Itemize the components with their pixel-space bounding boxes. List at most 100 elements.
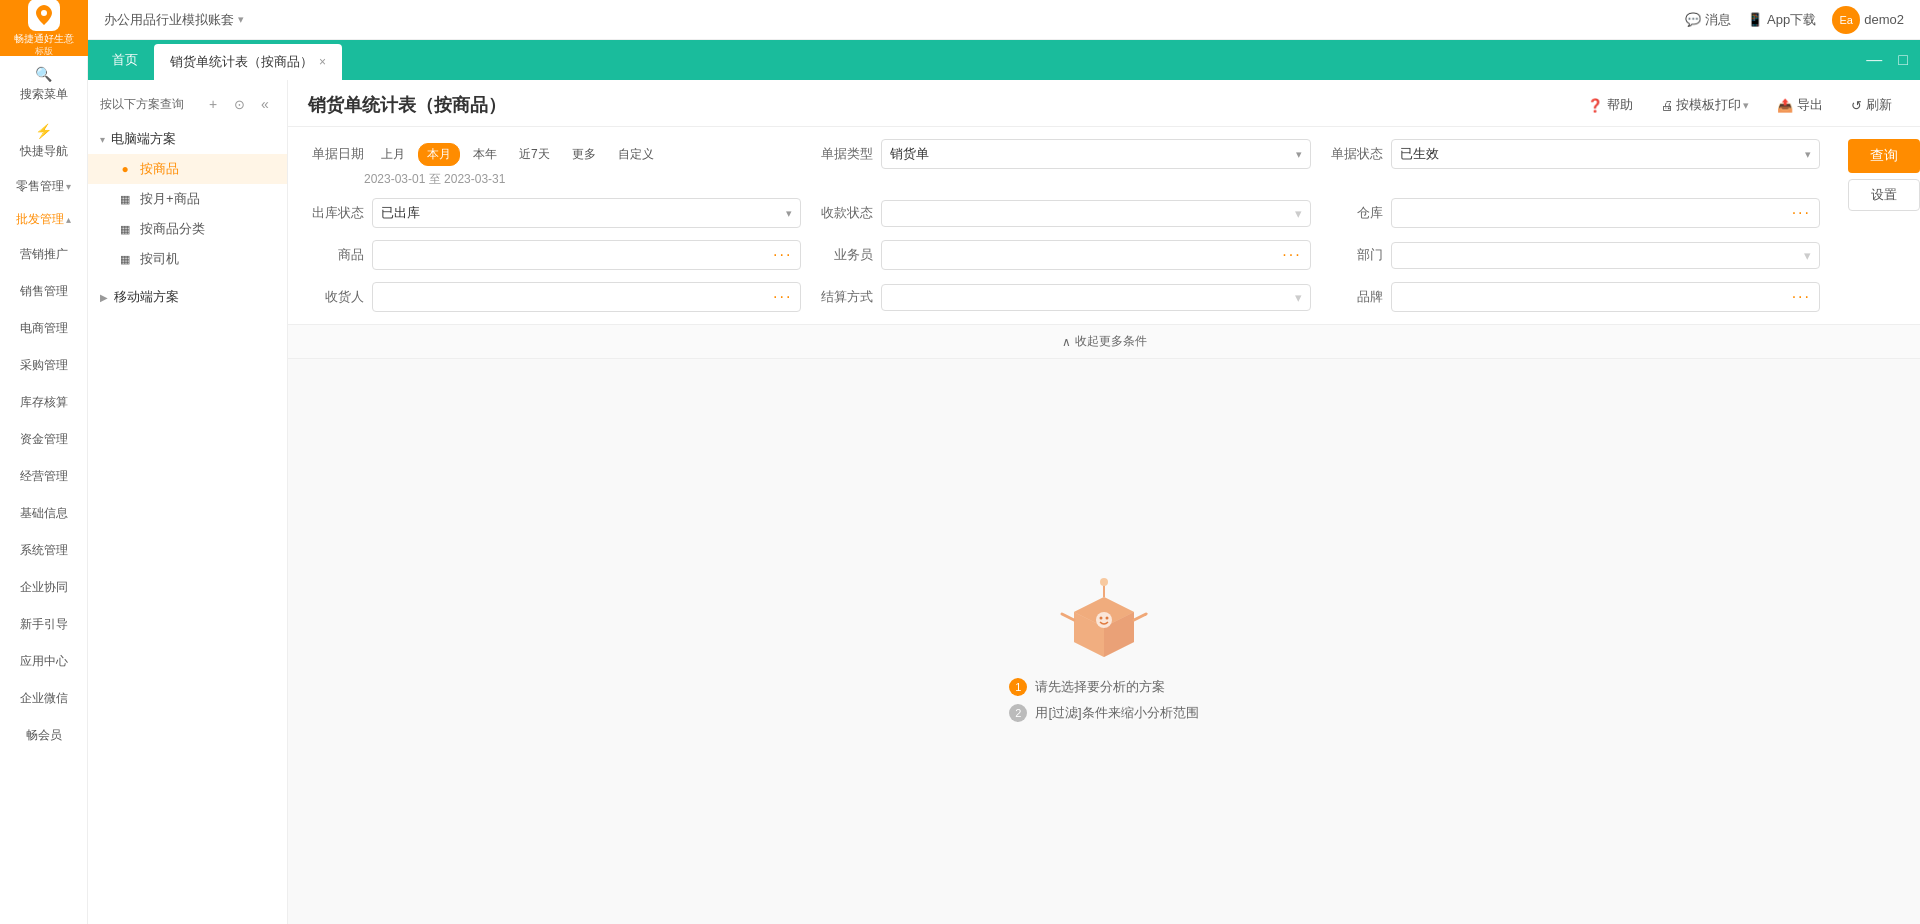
sidebar-item-basic[interactable]: 基础信息	[0, 495, 88, 532]
filter-outstatus-col: 出库状态 已出库 ▾	[308, 198, 801, 228]
filter-recvstatus-col: 收款状态 ▾	[817, 200, 1310, 227]
sidebar-item-wholesale[interactable]: 批发管理 ▴	[0, 203, 88, 236]
settlement-label: 结算方式	[817, 288, 873, 306]
recvstatus-input[interactable]: ▾	[881, 200, 1310, 227]
help-btn[interactable]: ❓ 帮助	[1579, 92, 1641, 118]
tab-bar: 首页 销货单统计表（按商品） × — □	[88, 40, 1920, 80]
tab-home[interactable]: 首页	[96, 40, 154, 80]
settings-button[interactable]: 设置	[1848, 179, 1920, 211]
date-prev-btn[interactable]: 上月	[372, 143, 414, 166]
settlement-input[interactable]: ▾	[881, 284, 1310, 311]
doctype-arrow: ▾	[1296, 148, 1302, 161]
sidebar-item-finance[interactable]: 资金管理	[0, 421, 88, 458]
scheme-group-pc: ▾ 电脑端方案 ● 按商品 ▦ 按月+商品 ▦ 按商品分类 ▦ 按司机	[88, 120, 287, 278]
date-more-btn[interactable]: 更多	[563, 143, 605, 166]
filter-row-3: 商品 ··· 业务员 ···	[308, 240, 1820, 270]
wholesale-expand-icon: ▴	[66, 214, 71, 225]
sidebar-item-system[interactable]: 系统管理	[0, 532, 88, 569]
sidebar-item-corp[interactable]: 企业协同	[0, 569, 88, 606]
sidebar-item-marketing[interactable]: 营销推广	[0, 236, 88, 273]
warehouse-input[interactable]: ···	[1391, 198, 1820, 228]
scheme-group-mobile-title[interactable]: ▶ 移动端方案	[88, 282, 287, 312]
date-range-display: 2023-03-01 至 2023-03-31	[364, 171, 1820, 188]
scheme-item-by-category[interactable]: ▦ 按商品分类	[88, 214, 287, 244]
message-btn[interactable]: 💬 消息	[1685, 11, 1731, 29]
sidebar-item-inventory[interactable]: 库存核算	[0, 384, 88, 421]
svg-point-5	[1099, 616, 1102, 619]
brand-label: 品牌	[1327, 288, 1383, 306]
brand-input[interactable]: ···	[1391, 282, 1820, 312]
logo-icon	[28, 0, 60, 31]
mobile-group-arrow: ▶	[100, 292, 108, 303]
filter-recipient-col: 收货人 ···	[308, 282, 801, 312]
recipient-input[interactable]: ···	[372, 282, 801, 312]
product-input[interactable]: ···	[372, 240, 801, 270]
export-btn[interactable]: 📤 导出	[1769, 92, 1831, 118]
sidebar-item-member[interactable]: 畅会员	[0, 717, 88, 754]
sidebar-item-wechat[interactable]: 企业微信	[0, 680, 88, 717]
warehouse-dots: ···	[1792, 204, 1811, 222]
sidebar-item-ops[interactable]: 经营管理	[0, 458, 88, 495]
scheme-add-btn[interactable]: +	[203, 94, 223, 114]
filter-warehouse-col: 仓库 ···	[1327, 198, 1820, 228]
svg-point-4	[1096, 612, 1112, 628]
docstatus-select[interactable]: 已生效 ▾	[1391, 139, 1820, 169]
date-quick-btns: 上月 本月 本年 近7天 更多 自定义	[372, 143, 663, 166]
svg-line-9	[1062, 614, 1074, 620]
export-icon: 📤	[1777, 98, 1793, 113]
scheme-panel-title: 按以下方案查询	[100, 96, 184, 113]
content-header: 销货单统计表（按商品） ❓ 帮助 🖨 按模板打印 ▾ 📤 导出	[288, 80, 1920, 127]
scheme-item-by-month-product[interactable]: ▦ 按月+商品	[88, 184, 287, 214]
warehouse-label: 仓库	[1327, 204, 1383, 222]
filter-staff-col: 业务员 ···	[817, 240, 1310, 270]
sidebar-search[interactable]: 🔍 搜索菜单	[0, 56, 88, 113]
dept-input[interactable]: ▾	[1391, 242, 1820, 269]
date-curr-btn[interactable]: 本月	[418, 143, 460, 166]
collapse-bar[interactable]: ∧ 收起更多条件	[288, 325, 1920, 359]
pc-group-arrow: ▾	[100, 134, 105, 145]
filter-row-1: 单据日期 上月 本月 本年 近7天 更多 自定义	[308, 139, 1820, 169]
filter-dept-col: 部门 ▾	[1327, 242, 1820, 269]
scheme-item-by-cashier[interactable]: ▦ 按司机	[88, 244, 287, 274]
tab-close-btn[interactable]: ×	[319, 55, 326, 69]
refresh-icon: ↺	[1851, 98, 1862, 113]
tab-active[interactable]: 销货单统计表（按商品） ×	[154, 44, 342, 80]
scheme-edit-btn[interactable]: ⊙	[229, 94, 249, 114]
scheme-collapse-btn[interactable]: «	[255, 94, 275, 114]
app-download-btn[interactable]: 📱 App下载	[1747, 11, 1816, 29]
sidebar-item-sales[interactable]: 销售管理	[0, 273, 88, 310]
scheme-panel-icons: + ⊙ «	[203, 94, 275, 114]
industry-selector[interactable]: 办公用品行业模拟账套 ▾	[104, 11, 244, 29]
scheme-item-by-product[interactable]: ● 按商品	[88, 154, 287, 184]
sidebar-item-ecommerce[interactable]: 电商管理	[0, 310, 88, 347]
help-icon: ❓	[1587, 98, 1603, 113]
sidebar-item-purchase[interactable]: 采购管理	[0, 347, 88, 384]
user-menu[interactable]: Ea demo2	[1832, 6, 1904, 34]
sidebar-item-guide[interactable]: 新手引导	[0, 606, 88, 643]
sidebar-item-apps[interactable]: 应用中心	[0, 643, 88, 680]
template-print-btn[interactable]: 🖨 按模板打印 ▾	[1653, 92, 1757, 118]
outstatus-select[interactable]: 已出库 ▾	[372, 198, 801, 228]
date-year-btn[interactable]: 本年	[464, 143, 506, 166]
date-week-btn[interactable]: 近7天	[510, 143, 559, 166]
date-label: 单据日期	[308, 145, 364, 163]
refresh-btn[interactable]: ↺ 刷新	[1843, 92, 1900, 118]
doctype-select[interactable]: 销货单 ▾	[881, 139, 1310, 169]
query-button[interactable]: 查询	[1848, 139, 1920, 173]
tab-minimize-btn[interactable]: —	[1862, 47, 1886, 73]
scheme-group-pc-title[interactable]: ▾ 电脑端方案	[88, 124, 287, 154]
sidebar-quick-nav[interactable]: ⚡ 快捷导航	[0, 113, 88, 170]
tab-maximize-btn[interactable]: □	[1894, 47, 1912, 73]
print-icon: 🖨	[1661, 98, 1674, 113]
date-custom-btn[interactable]: 自定义	[609, 143, 663, 166]
sidebar-item-retail[interactable]: 零售管理 ▾	[0, 170, 88, 203]
staff-input[interactable]: ···	[881, 240, 1310, 270]
user-avatar: Ea	[1832, 6, 1860, 34]
top-header: 办公用品行业模拟账套 ▾ 💬 消息 📱 App下载 Ea demo2	[88, 0, 1920, 40]
scheme-panel: 按以下方案查询 + ⊙ « ▾ 电脑端方案 ● 按商品	[88, 80, 288, 924]
filter-product-col: 商品 ···	[308, 240, 801, 270]
filter-brand-col: 品牌 ···	[1327, 282, 1820, 312]
main-area: 办公用品行业模拟账套 ▾ 💬 消息 📱 App下载 Ea demo2 首页	[88, 0, 1920, 924]
empty-text: 1 请先选择要分析的方案 2 用[过滤]条件来缩小分析范围	[1009, 678, 1198, 722]
doctype-label: 单据类型	[817, 145, 873, 163]
